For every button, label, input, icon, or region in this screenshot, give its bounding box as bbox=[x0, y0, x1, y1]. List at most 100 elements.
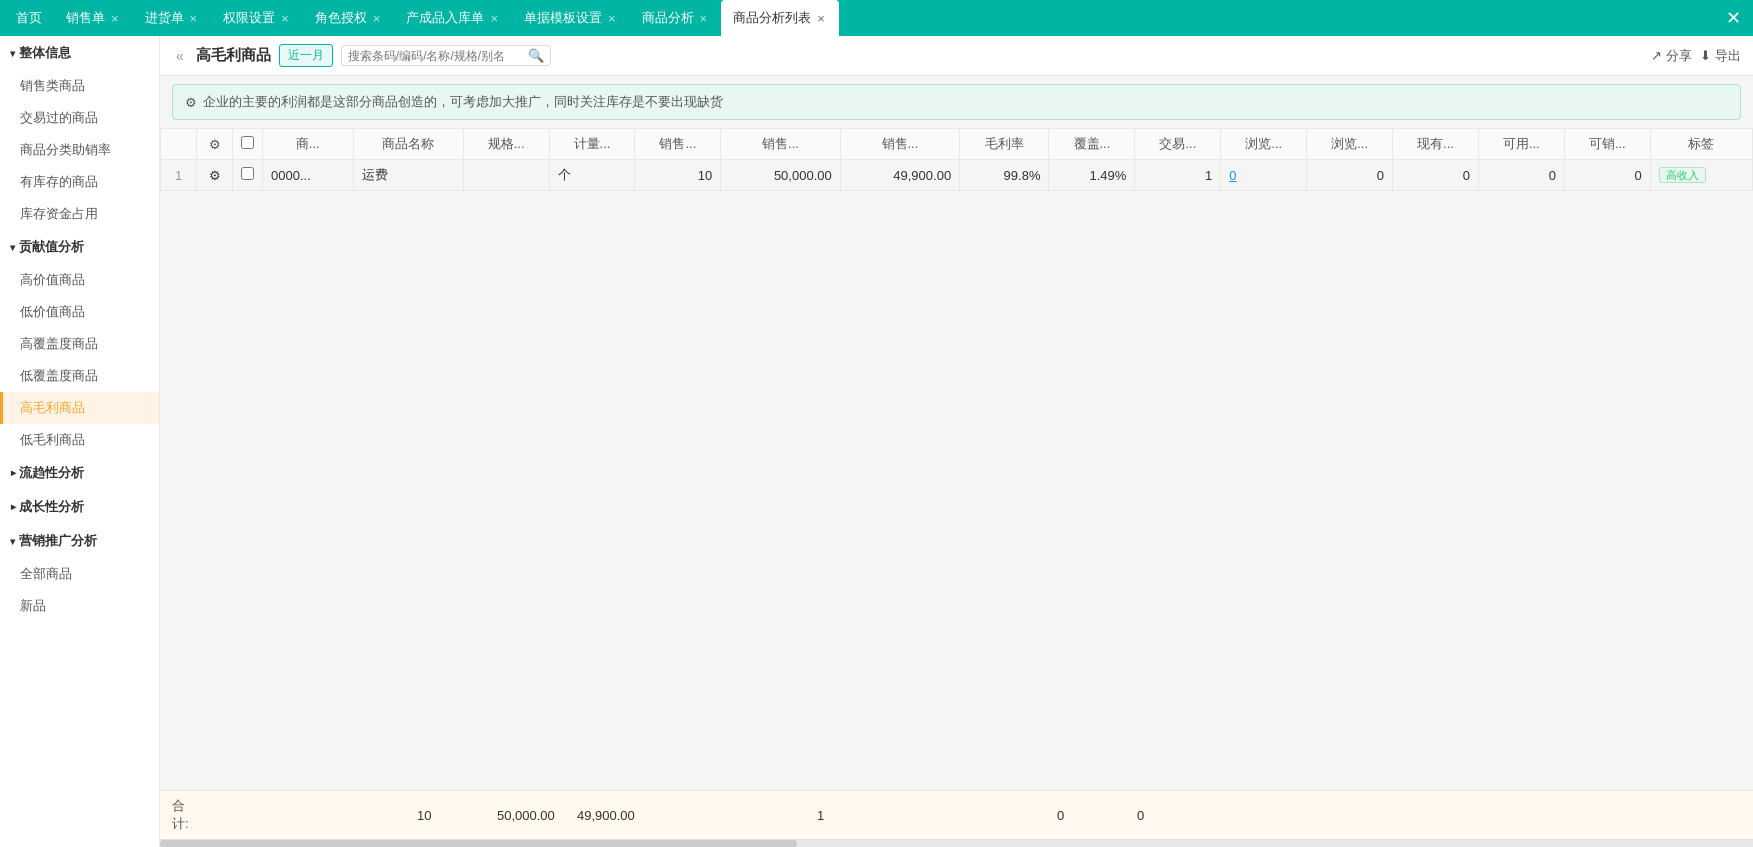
top-tab-4[interactable]: 角色授权× bbox=[303, 0, 395, 36]
top-tab-3[interactable]: 权限设置× bbox=[211, 0, 303, 36]
sidebar-group-2[interactable]: ▾流趋性分析 bbox=[0, 456, 159, 490]
sidebar-item-1-4[interactable]: 高毛利商品 bbox=[0, 392, 159, 424]
search-icon[interactable]: 🔍 bbox=[528, 48, 544, 63]
cell-checkbox-0[interactable] bbox=[233, 160, 263, 191]
th-saleable[interactable]: 可销... bbox=[1564, 129, 1650, 160]
window-close-btn[interactable]: ✕ bbox=[1718, 7, 1749, 29]
header-actions: ↗ 分享 ⬇ 导出 bbox=[1651, 47, 1741, 65]
top-tab-5[interactable]: 产成品入库单× bbox=[394, 0, 512, 36]
horizontal-scrollbar[interactable] bbox=[160, 839, 1753, 847]
top-tab-8[interactable]: 商品分析列表× bbox=[721, 0, 839, 36]
table-footer: 合计: 10 50,000.00 49,900.00 1 0 0 bbox=[160, 790, 1753, 839]
cell-saleable-0: 0 bbox=[1564, 160, 1650, 191]
th-current_stock[interactable]: 现有... bbox=[1393, 129, 1479, 160]
cell-sales_amount-0: 50,000.00 bbox=[721, 160, 840, 191]
scrollbar-thumb[interactable] bbox=[160, 840, 797, 847]
tab-close-btn[interactable]: × bbox=[815, 11, 827, 26]
top-tab-0[interactable]: 首页 bbox=[4, 0, 54, 36]
content-area: « 高毛利商品 近一月 🔍 ↗ 分享 ⬇ 导出 ⚙ 企业的主要的利润都是这部 bbox=[160, 36, 1753, 847]
sidebar-group-1[interactable]: ▾贡献值分析 bbox=[0, 230, 159, 264]
tab-close-btn[interactable]: × bbox=[371, 11, 383, 26]
footer-current-stock: 0 bbox=[1049, 808, 1129, 823]
th-checkbox[interactable] bbox=[233, 129, 263, 160]
info-text: 企业的主要的利润都是这部分商品创造的，可考虑加大推广，同时关注库存是不要出现缺货 bbox=[203, 93, 723, 111]
th-settings[interactable]: ⚙ bbox=[197, 129, 233, 160]
footer-sales-amount: 50,000.00 bbox=[489, 808, 569, 823]
group-arrow-icon: ▾ bbox=[7, 471, 18, 476]
tab-close-btn[interactable]: × bbox=[606, 11, 618, 26]
tab-close-btn[interactable]: × bbox=[698, 11, 710, 26]
th-code[interactable]: 商... bbox=[263, 129, 354, 160]
th-browse1[interactable]: 浏览... bbox=[1221, 129, 1307, 160]
cell-code-0: 0000... bbox=[263, 160, 354, 191]
cell-settings-0[interactable]: ⚙ bbox=[197, 160, 233, 191]
table-container[interactable]: ⚙商...商品名称规格...计量...销售...销售...销售...毛利率覆盖.… bbox=[160, 128, 1753, 790]
th-available[interactable]: 可用... bbox=[1478, 129, 1564, 160]
table-row[interactable]: 1⚙0000...运费个1050,000.0049,900.0099.8%1.4… bbox=[161, 160, 1753, 191]
sidebar-item-0-1[interactable]: 交易过的商品 bbox=[0, 102, 159, 134]
sidebar-item-1-2[interactable]: 高覆盖度商品 bbox=[0, 328, 159, 360]
top-tab-6[interactable]: 单据模板设置× bbox=[512, 0, 630, 36]
sidebar-group-4[interactable]: ▾营销推广分析 bbox=[0, 524, 159, 558]
sidebar-item-0-4[interactable]: 库存资金占用 bbox=[0, 198, 159, 230]
share-btn[interactable]: ↗ 分享 bbox=[1651, 47, 1692, 65]
top-tab-2[interactable]: 进货单× bbox=[133, 0, 212, 36]
th-trade[interactable]: 交易... bbox=[1135, 129, 1221, 160]
data-table: ⚙商...商品名称规格...计量...销售...销售...销售...毛利率覆盖.… bbox=[160, 128, 1753, 191]
th-sales_cost[interactable]: 销售... bbox=[840, 129, 959, 160]
sidebar-item-1-3[interactable]: 低覆盖度商品 bbox=[0, 360, 159, 392]
sidebar-item-4-1[interactable]: 新品 bbox=[0, 590, 159, 622]
sidebar-item-4-0[interactable]: 全部商品 bbox=[0, 558, 159, 590]
tab-label: 首页 bbox=[16, 9, 42, 27]
footer-sales-cost: 49,900.00 bbox=[569, 808, 649, 823]
sidebar-group-3[interactable]: ▾成长性分析 bbox=[0, 490, 159, 524]
tab-close-btn[interactable]: × bbox=[188, 11, 200, 26]
export-btn[interactable]: ⬇ 导出 bbox=[1700, 47, 1741, 65]
th-name[interactable]: 商品名称 bbox=[353, 129, 463, 160]
footer-trade: 1 bbox=[809, 808, 889, 823]
group-label: 流趋性分析 bbox=[19, 464, 84, 482]
tab-close-btn[interactable]: × bbox=[488, 11, 500, 26]
group-arrow-icon: ▾ bbox=[10, 536, 15, 547]
group-arrow-icon: ▾ bbox=[7, 505, 18, 510]
filter-recent-month-btn[interactable]: 近一月 bbox=[279, 44, 333, 67]
top-tab-1[interactable]: 销售单 × bbox=[54, 0, 133, 36]
export-icon: ⬇ bbox=[1700, 48, 1711, 63]
select-all-checkbox[interactable] bbox=[241, 136, 254, 149]
sidebar: ▾ 整体信息销售类商品交易过的商品商品分类助销率有库存的商品库存资金占用▾贡献值分… bbox=[0, 36, 160, 847]
browse1-link[interactable]: 0 bbox=[1229, 168, 1236, 183]
sidebar-item-1-5[interactable]: 低毛利商品 bbox=[0, 424, 159, 456]
share-icon: ↗ bbox=[1651, 48, 1662, 63]
sidebar-item-1-1[interactable]: 低价值商品 bbox=[0, 296, 159, 328]
main-layout: ▾ 整体信息销售类商品交易过的商品商品分类助销率有库存的商品库存资金占用▾贡献值分… bbox=[0, 36, 1753, 847]
tab-close-btn[interactable]: × bbox=[109, 11, 121, 26]
th-coverage[interactable]: 覆盖... bbox=[1049, 129, 1135, 160]
th-sales_amount[interactable]: 销售... bbox=[721, 129, 840, 160]
sidebar-group-0[interactable]: ▾ 整体信息 bbox=[0, 36, 159, 70]
th-sales_qty[interactable]: 销售... bbox=[635, 129, 721, 160]
row-checkbox[interactable] bbox=[241, 167, 254, 180]
group-label: 整体信息 bbox=[19, 44, 71, 62]
sidebar-item-0-3[interactable]: 有库存的商品 bbox=[0, 166, 159, 198]
th-spec[interactable]: 规格... bbox=[463, 129, 549, 160]
th-gross_rate[interactable]: 毛利率 bbox=[960, 129, 1049, 160]
cell-browse1-0[interactable]: 0 bbox=[1221, 160, 1307, 191]
th-tag[interactable]: 标签 bbox=[1650, 129, 1752, 160]
search-input[interactable] bbox=[348, 49, 528, 63]
cell-index-0: 1 bbox=[161, 160, 197, 191]
sidebar-collapse-btn[interactable]: « bbox=[172, 48, 188, 64]
th-unit[interactable]: 计量... bbox=[549, 129, 635, 160]
group-arrow-icon: ▾ bbox=[10, 48, 15, 59]
sidebar-item-0-0[interactable]: 销售类商品 bbox=[0, 70, 159, 102]
cell-gross_rate-0: 99.8% bbox=[960, 160, 1049, 191]
sidebar-item-1-0[interactable]: 高价值商品 bbox=[0, 264, 159, 296]
settings-icon[interactable]: ⚙ bbox=[209, 137, 221, 152]
top-tab-7[interactable]: 商品分析× bbox=[630, 0, 722, 36]
th-browse2[interactable]: 浏览... bbox=[1307, 129, 1393, 160]
tab-close-btn[interactable]: × bbox=[279, 11, 291, 26]
footer-available: 0 bbox=[1129, 808, 1209, 823]
tab-label: 销售单 bbox=[66, 9, 105, 27]
content-title: 高毛利商品 bbox=[196, 46, 271, 65]
sidebar-item-0-2[interactable]: 商品分类助销率 bbox=[0, 134, 159, 166]
row-settings-icon[interactable]: ⚙ bbox=[209, 168, 221, 183]
